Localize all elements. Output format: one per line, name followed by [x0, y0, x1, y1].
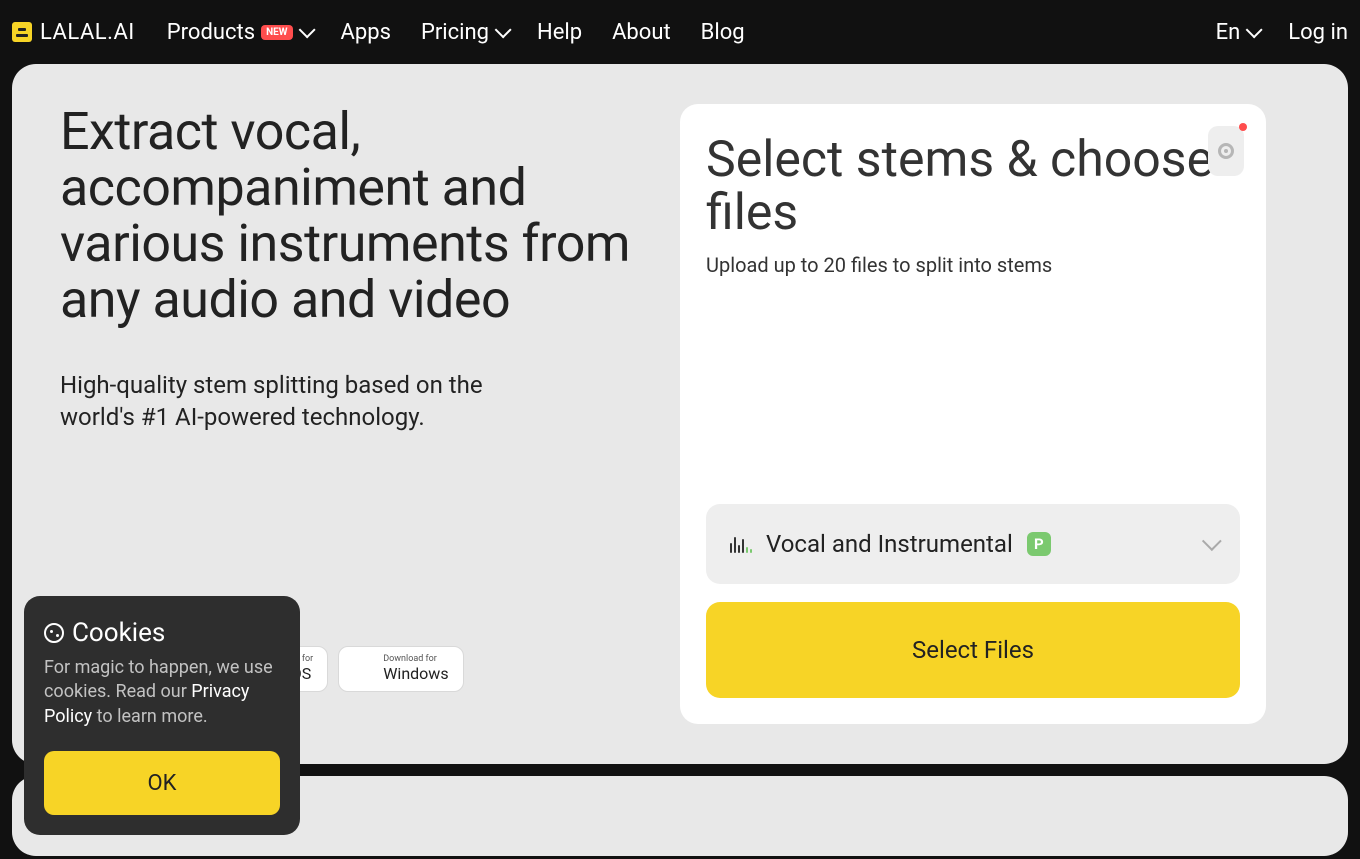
card-title: Select stems & choose files — [706, 134, 1240, 239]
brand-name: LALAL.AI — [40, 20, 135, 45]
nav-products[interactable]: Products NEW — [167, 20, 311, 45]
cookie-text: For magic to happen, we use cookies. Rea… — [44, 656, 280, 729]
cookie-ok-button[interactable]: OK — [44, 751, 280, 815]
stem-option-label: Vocal and Instrumental — [766, 530, 1013, 558]
gear-icon — [1218, 143, 1234, 159]
cookie-icon — [44, 623, 64, 643]
select-files-button[interactable]: Select Files — [706, 602, 1240, 698]
login-link[interactable]: Log in — [1288, 20, 1348, 45]
hero-title: Extract vocal, accompaniment and various… — [60, 104, 640, 329]
nav-blog[interactable]: Blog — [701, 20, 745, 45]
upload-card: Select stems & choose files Upload up to… — [680, 104, 1266, 724]
hero-subtitle: High-quality stem splitting based on the… — [60, 369, 560, 434]
card-subtitle: Upload up to 20 files to split into stem… — [706, 253, 1240, 277]
nav-links: Products NEW Apps Pricing Help About Blo… — [167, 20, 745, 45]
logo[interactable]: LALAL.AI — [12, 20, 135, 45]
language-selector[interactable]: En — [1216, 20, 1259, 45]
cookie-title: Cookies — [44, 618, 280, 648]
chevron-down-icon — [1202, 531, 1222, 551]
premium-badge: P — [1027, 532, 1051, 556]
chevron-down-icon — [495, 21, 512, 38]
cookie-title-text: Cookies — [72, 618, 165, 648]
language-label: En — [1216, 20, 1241, 45]
nav-pricing-label: Pricing — [421, 20, 489, 45]
nav-pricing[interactable]: Pricing — [421, 20, 507, 45]
nav-about[interactable]: About — [612, 20, 671, 45]
cookie-line2: to learn more. — [92, 706, 207, 727]
new-badge: NEW — [261, 25, 292, 40]
nav-right: En Log in — [1216, 20, 1348, 45]
nav-apps[interactable]: Apps — [341, 20, 391, 45]
chevron-down-icon — [298, 21, 315, 38]
download-windows[interactable]: Download for Windows — [338, 646, 463, 692]
windows-icon — [349, 656, 375, 682]
chevron-down-icon — [1246, 21, 1263, 38]
download-prefix: Download for — [383, 655, 448, 664]
cookie-banner: Cookies For magic to happen, we use cook… — [24, 596, 300, 835]
download-windows-label: Windows — [383, 664, 448, 683]
settings-button[interactable] — [1208, 126, 1244, 176]
stem-selector[interactable]: Vocal and Instrumental P — [706, 504, 1240, 584]
nav-products-label: Products — [167, 20, 255, 45]
logo-mark-icon — [12, 22, 32, 42]
nav-help[interactable]: Help — [537, 20, 582, 45]
waveform-icon — [730, 535, 752, 553]
top-nav: LALAL.AI Products NEW Apps Pricing Help … — [0, 0, 1360, 64]
